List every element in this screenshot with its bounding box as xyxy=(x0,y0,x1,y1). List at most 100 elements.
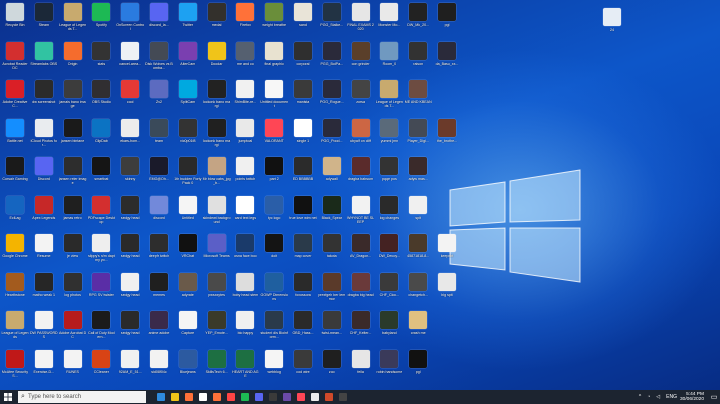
taskbar-app-icon[interactable] xyxy=(252,390,266,404)
desktop-icon[interactable]: Google Chrome xyxy=(1,232,29,268)
desktop-icon[interactable]: cod wire xyxy=(289,348,317,384)
desktop-icon[interactable]: con grinder xyxy=(347,40,375,76)
desktop-icon[interactable]: Corsair Gaming xyxy=(1,155,29,191)
desktop-icon[interactable]: iCloud Photos for... xyxy=(30,117,58,153)
desktop-icon[interactable]: pgl xyxy=(433,1,461,37)
desktop-icon[interactable]: Acrobat Reader DC xyxy=(1,40,29,76)
desktop-icon[interactable]: single 1 xyxy=(289,117,317,153)
desktop-icon[interactable]: feila xyxy=(347,348,375,384)
desktop-icon[interactable]: zoo xyxy=(318,348,346,384)
desktop-icon[interactable]: Adobe Creative C... xyxy=(1,78,29,114)
desktop-icon[interactable]: sedgy head xyxy=(116,309,144,345)
desktop-icon[interactable]: the_brothe... xyxy=(433,117,461,153)
desktop-icon[interactable]: Capture xyxy=(174,309,202,345)
desktop-icon[interactable]: Disk Wolves vs Bomba... xyxy=(145,40,173,76)
desktop-icon[interactable]: GOWP Dimensions xyxy=(260,271,288,307)
taskbar-app-icon[interactable] xyxy=(308,390,322,404)
desktop-icon[interactable]: ShimBite-re... xyxy=(231,78,259,114)
desktop-icon[interactable]: OBD_Hass... xyxy=(289,309,317,345)
taskbar-app-icon[interactable] xyxy=(266,390,280,404)
desktop-icon[interactable]: osna face boo xyxy=(231,232,259,268)
desktop-icon[interactable]: sedgy head xyxy=(116,232,144,268)
desktop-icon[interactable]: skinny xyxy=(116,155,144,191)
desktop-icon[interactable]: smartbat xyxy=(87,155,115,191)
desktop-icon[interactable]: jamas retro xyxy=(59,194,87,230)
desktop-icon[interactable]: da_Basu_xx... xyxy=(433,40,461,76)
desktop-icon[interactable]: cancel-area... xyxy=(116,40,144,76)
desktop-icon[interactable]: log photos xyxy=(59,271,87,307)
desktop-icon[interactable]: Player_Digi... xyxy=(404,117,432,153)
desktop-icon[interactable]: true love wim net xyxy=(289,194,317,230)
desktop-icon[interactable]: Resume xyxy=(30,232,58,268)
taskbar-app-icon[interactable] xyxy=(154,390,168,404)
desktop-icon[interactable]: Firefox xyxy=(231,1,259,37)
desktop-icon[interactable]: Microsoft Teams xyxy=(203,232,231,268)
desktop-icon[interactable]: AlterCam xyxy=(174,40,202,76)
desktop-icon[interactable]: jamais bano image xyxy=(59,78,87,114)
desktop-icon[interactable]: HEART AND AGE xyxy=(231,348,259,384)
desktop-icon[interactable]: sand xyxy=(289,1,317,37)
desktop-icon[interactable]: map cover xyxy=(289,232,317,268)
desktop-icon[interactable]: Recycle Bin xyxy=(1,1,29,37)
desktop-icon[interactable]: anime adobe xyxy=(145,309,173,345)
desktop-icon[interactable]: EclLag xyxy=(1,194,29,230)
desktop-icon[interactable]: CCleaner xyxy=(87,348,115,384)
desktop-icon[interactable]: CHF_Cloc... xyxy=(375,271,403,307)
desktop-icon[interactable]: card text legs xyxy=(231,194,259,230)
desktop-icon[interactable]: twist-mean... xyxy=(318,309,346,345)
desktop-icon[interactable]: skindewt background xyxy=(203,194,231,230)
desktop-icon[interactable]: Mr blow cabs_jpg_b... xyxy=(203,155,231,191)
desktop-icon[interactable]: robin handsome xyxy=(375,348,403,384)
desktop-icon[interactable]: 24 xyxy=(598,6,626,42)
desktop-icon[interactable]: slippy's n/m daptmy yo... xyxy=(87,232,115,268)
network-icon[interactable]: ◔ xyxy=(647,394,650,400)
desktop-icon[interactable]: prexfgeh ber lemmor xyxy=(318,271,346,307)
tray-overflow-icon[interactable]: ^ xyxy=(639,394,641,400)
desktop-icon[interactable]: YEP_Emote... xyxy=(203,309,231,345)
language-indicator[interactable]: ENG xyxy=(666,394,677,400)
desktop-icon[interactable]: foxossora xyxy=(289,271,317,307)
taskbar-clock[interactable]: 5:44 PM 30/06/2020 xyxy=(680,392,704,403)
desktop-icon[interactable]: RUNES xyxy=(59,348,87,384)
desktop-icon[interactable]: takota xyxy=(318,232,346,268)
taskbar-app-icon[interactable] xyxy=(210,390,224,404)
desktop-icon[interactable]: me and co xyxy=(231,40,259,76)
desktop-icon[interactable]: vic0p01f8 xyxy=(174,117,202,153)
desktop-icon[interactable]: PDFscape Desktop xyxy=(87,194,115,230)
desktop-icon[interactable]: pwsxxytes xyxy=(203,271,231,307)
desktop-icon[interactable]: team xyxy=(145,117,173,153)
desktop-icon[interactable]: dragba big head xyxy=(347,271,375,307)
desktop-icon[interactable]: Zv2 xyxy=(145,78,173,114)
desktop-icon[interactable]: Apex Legends xyxy=(30,194,58,230)
desktop-icon[interactable]: SplitCam xyxy=(174,78,202,114)
desktop-icon[interactable]: PGG_Rogue... xyxy=(318,78,346,114)
desktop-icon[interactable]: log changes xyxy=(375,194,403,230)
desktop-icon[interactable]: McAfee Security S... xyxy=(1,348,29,384)
desktop-icon[interactable]: adyw mas... xyxy=(404,155,432,191)
desktop-icon[interactable]: final graphic xyxy=(260,40,288,76)
desktop-icon[interactable]: Discord xyxy=(30,155,58,191)
desktop-icon[interactable]: adyrate xyxy=(174,271,202,307)
desktop-icon[interactable]: dw screenshot xyxy=(30,78,58,114)
desktop-icon[interactable]: DW_Mk_20... xyxy=(404,1,432,37)
desktop-icon[interactable]: doit xyxy=(260,232,288,268)
desktop-icon[interactable]: ekars-hom... xyxy=(116,117,144,153)
desktop-icon[interactable]: yummi jmn xyxy=(375,117,403,153)
desktop-icon[interactable]: AV_Dragon... xyxy=(347,232,375,268)
desktop-icon[interactable]: VRChat xyxy=(174,232,202,268)
desktop-icon[interactable]: PGG_Pood... xyxy=(318,117,346,153)
desktop-icon[interactable]: sid08f04c xyxy=(145,348,173,384)
desktop-icon[interactable]: OnScreen Control xyxy=(116,1,144,37)
desktop-icon[interactable]: DW_Decoy... xyxy=(375,232,403,268)
desktop-icon[interactable]: keepxbt xyxy=(433,232,461,268)
desktop-icon[interactable]: sedgy head xyxy=(116,194,144,230)
desktop-icon[interactable]: lockonk bano margi xyxy=(203,117,231,153)
desktop-icon[interactable]: sedgy head xyxy=(116,271,144,307)
desktop-icon[interactable]: points twitch xyxy=(231,155,259,191)
desktop-icon[interactable]: DW PASSWORDS xyxy=(30,309,58,345)
desktop-icon[interactable]: Call of Duty Modern... xyxy=(87,309,115,345)
desktop-icon[interactable]: raison xyxy=(404,40,432,76)
desktop-icon[interactable]: student dis Bioinform... xyxy=(260,309,288,345)
desktop-icon[interactable]: Doodar xyxy=(203,40,231,76)
desktop-icon[interactable]: big spit xyxy=(433,271,461,307)
